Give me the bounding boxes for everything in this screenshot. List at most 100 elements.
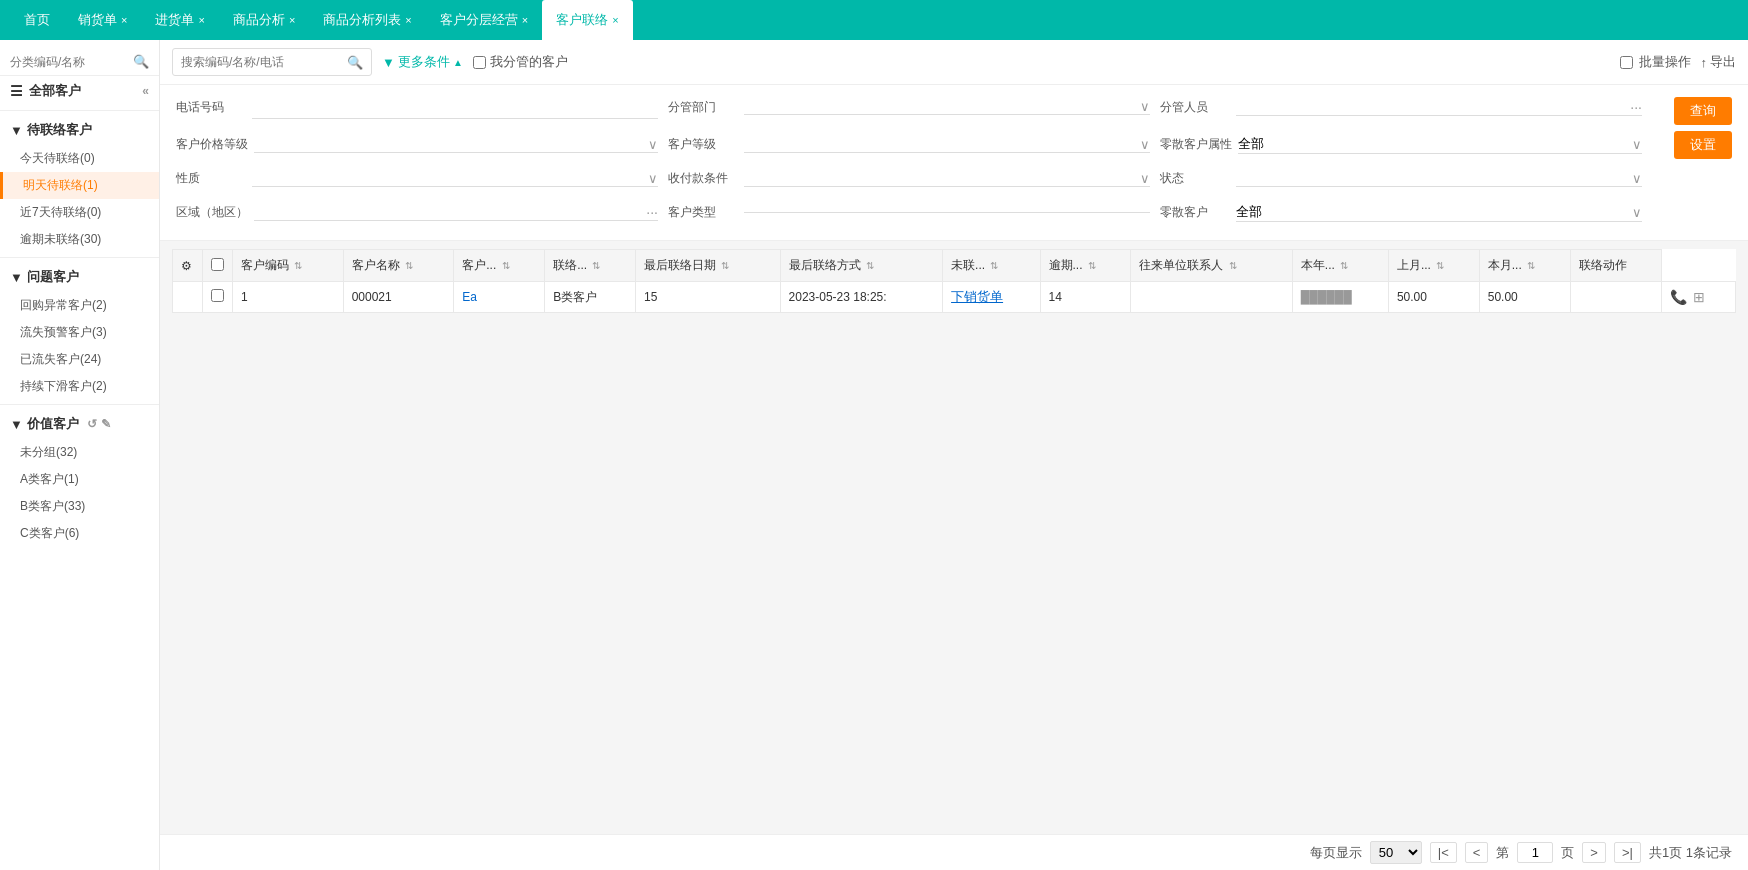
select-all-checkbox[interactable] <box>211 258 224 271</box>
value-refresh-icon[interactable]: ↺ <box>87 417 97 431</box>
col-last-method[interactable]: 最后联络方式 ⇅ <box>780 250 943 282</box>
region-dots[interactable]: ··· <box>646 204 658 220</box>
filter-row-1: 电话号码 分管部门 ∨ 分管人员 <box>176 95 1652 119</box>
nav-product-analysis-close[interactable]: × <box>289 14 295 26</box>
sidebar-item-tomorrow[interactable]: 明天待联络(1) <box>0 172 159 199</box>
status-chevron[interactable]: ∨ <box>1632 171 1642 186</box>
col-action: 联络动作 <box>1570 250 1662 282</box>
nav-purchase[interactable]: 进货单 × <box>141 0 218 40</box>
first-page-btn[interactable]: |< <box>1430 842 1457 863</box>
phone-action-icon[interactable]: 📞 <box>1670 289 1687 305</box>
col-last-month[interactable]: 上月... ⇅ <box>1388 250 1479 282</box>
cg-chevron[interactable]: ∨ <box>1140 137 1150 152</box>
search-icon[interactable]: 🔍 <box>347 55 363 70</box>
sidebar-item-declining[interactable]: 持续下滑客户(2) <box>0 373 159 400</box>
batch-checkbox[interactable] <box>1620 56 1633 69</box>
nav-sales-close[interactable]: × <box>121 14 127 26</box>
filter-status: 状态 ∨ <box>1160 170 1652 187</box>
manager-dots[interactable]: ··· <box>1630 99 1642 115</box>
nav-purchase-close[interactable]: × <box>198 14 204 26</box>
cv-chevron[interactable]: ∨ <box>648 137 658 152</box>
dept-chevron[interactable]: ∨ <box>1140 99 1150 114</box>
row-last-method[interactable]: 下销货单 <box>943 282 1040 313</box>
row-action: 📞 ⊞ <box>1662 282 1736 313</box>
col-code[interactable]: 客户编码 ⇅ <box>233 250 344 282</box>
nav-contact-close[interactable]: × <box>612 14 618 26</box>
group-title-pending[interactable]: ▼ 待联络客户 <box>0 115 159 145</box>
filter-dept: 分管部门 ∨ <box>668 99 1160 116</box>
sidebar-search-input[interactable] <box>10 55 133 69</box>
col-last-date[interactable]: 最后联络日期 ⇅ <box>636 250 781 282</box>
search-input[interactable] <box>181 55 347 69</box>
all-customers[interactable]: ☰ 全部客户 « <box>0 76 159 106</box>
next-page-btn[interactable]: > <box>1582 842 1606 863</box>
value-edit-icon[interactable]: ✎ <box>101 417 111 431</box>
row-select-checkbox[interactable] <box>211 289 224 302</box>
rc-chevron[interactable]: ∨ <box>1632 205 1642 220</box>
sidebar-item-today[interactable]: 今天待联络(0) <box>0 145 159 172</box>
nav-product-list-close[interactable]: × <box>405 14 411 26</box>
total-records: 共1页 1条记录 <box>1649 844 1732 862</box>
export-btn[interactable]: ↑ 导出 <box>1701 53 1737 71</box>
col-this-month[interactable]: 本月... ⇅ <box>1479 250 1570 282</box>
prev-page-btn[interactable]: < <box>1465 842 1489 863</box>
col-checkbox[interactable] <box>203 250 233 282</box>
nav-tier-close[interactable]: × <box>522 14 528 26</box>
sidebar-search-icon[interactable]: 🔍 <box>133 54 149 69</box>
chevron-problem: ▼ <box>10 270 23 285</box>
nav-sales[interactable]: 销货单 × <box>64 0 141 40</box>
customer-type-label: 客户类型 <box>668 204 738 221</box>
nav-customer-contact[interactable]: 客户联络 × <box>542 0 632 40</box>
sidebar-item-class-b[interactable]: B类客户(33) <box>0 493 159 520</box>
divider-3 <box>0 404 159 405</box>
batch-op-btn[interactable]: 批量操作 <box>1620 53 1691 71</box>
my-customers-checkbox-label[interactable]: 我分管的客户 <box>473 53 568 71</box>
filter-actions: 查询 设置 <box>1662 95 1732 230</box>
per-page-select[interactable]: 50 100 200 <box>1370 841 1422 864</box>
col-contact[interactable]: 联络... ⇅ <box>545 250 636 282</box>
sidebar-item-overdue[interactable]: 逾期未联络(30) <box>0 226 159 253</box>
grid-action-icon[interactable]: ⊞ <box>1693 289 1705 305</box>
sidebar-item-ungrouped[interactable]: 未分组(32) <box>0 439 159 466</box>
group-title-value[interactable]: ▼ 价值客户 ↺ ✎ <box>0 409 159 439</box>
col-contact-person[interactable]: 往来单位联系人 ⇅ <box>1131 250 1292 282</box>
nav-product-analysis-list[interactable]: 商品分析列表 × <box>309 0 425 40</box>
col-uncontacted[interactable]: 未联... ⇅ <box>943 250 1040 282</box>
col-name[interactable]: 客户名称 ⇅ <box>343 250 454 282</box>
nav-home[interactable]: 首页 <box>10 0 64 40</box>
sidebar-item-churned[interactable]: 已流失客户(24) <box>0 346 159 373</box>
query-btn[interactable]: 查询 <box>1674 97 1732 125</box>
group-title-problem[interactable]: ▼ 问题客户 <box>0 262 159 292</box>
col-overdue[interactable]: 逾期... ⇅ <box>1040 250 1131 282</box>
gender-chevron[interactable]: ∨ <box>648 171 658 186</box>
payment-chevron[interactable]: ∨ <box>1140 171 1150 186</box>
settings-btn[interactable]: 设置 <box>1674 131 1732 159</box>
col-type[interactable]: 客户... ⇅ <box>454 250 545 282</box>
last-page-btn[interactable]: >| <box>1614 842 1641 863</box>
retail-attr-label: 零散客户属性 <box>1160 136 1232 153</box>
sidebar-item-class-a[interactable]: A类客户(1) <box>0 466 159 493</box>
phone-input[interactable] <box>252 95 658 119</box>
row-checkbox[interactable] <box>203 282 233 313</box>
ra-chevron[interactable]: ∨ <box>1632 137 1642 152</box>
last-method-link[interactable]: 下销货单 <box>951 289 1003 304</box>
more-filters-btn[interactable]: ▼ 更多条件 ▲ <box>382 53 463 71</box>
sort-this-year: ⇅ <box>1340 260 1348 271</box>
col-settings[interactable]: ⚙ <box>173 250 203 282</box>
my-customers-checkbox[interactable] <box>473 56 486 69</box>
sidebar-item-churn-warning[interactable]: 流失预警客户(3) <box>0 319 159 346</box>
nav-product-analysis[interactable]: 商品分析 × <box>219 0 309 40</box>
row-last-month: 50.00 <box>1479 282 1570 313</box>
sidebar-item-class-c[interactable]: C类客户(6) <box>0 520 159 547</box>
nav-customer-tier[interactable]: 客户分层经营 × <box>426 0 542 40</box>
row-last-date: 2023-05-23 18:25: <box>780 282 943 313</box>
sidebar-item-repurchase[interactable]: 回购异常客户(2) <box>0 292 159 319</box>
row-name[interactable]: Ea <box>454 282 545 313</box>
page-number-input[interactable] <box>1517 842 1553 863</box>
region-label: 区域（地区） <box>176 204 248 221</box>
sidebar-item-7days[interactable]: 近7天待联络(0) <box>0 199 159 226</box>
retail-attr-val: 全部 <box>1238 135 1632 153</box>
collapse-all-icon[interactable]: « <box>142 84 149 98</box>
col-this-year[interactable]: 本年... ⇅ <box>1292 250 1388 282</box>
sort-last-month: ⇅ <box>1436 260 1444 271</box>
